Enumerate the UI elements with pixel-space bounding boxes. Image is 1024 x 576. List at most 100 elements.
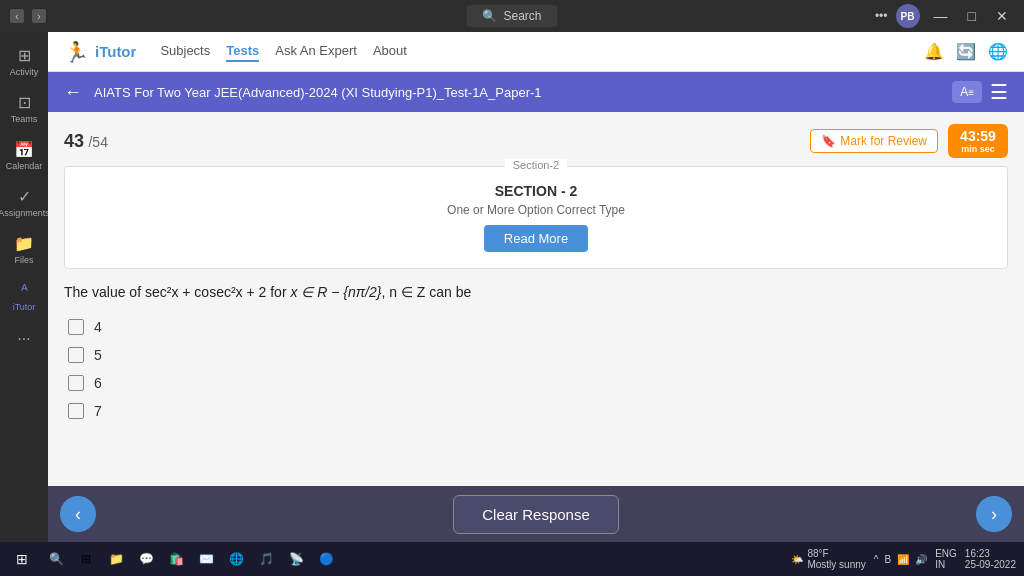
option-label-4: 4 bbox=[94, 319, 102, 335]
left-sidebar: ⊞ Activity ⊡ Teams 📅 Calendar ✓ Assignme… bbox=[0, 32, 48, 576]
taskbar-teams[interactable]: 📡 bbox=[284, 547, 308, 571]
sidebar-label-itutor: iTutor bbox=[13, 302, 36, 312]
question-text: The value of sec²x + cosec²x + 2 for x ∈… bbox=[64, 281, 1008, 303]
brand-name: iTutor bbox=[95, 43, 136, 60]
question-number: 43 /54 bbox=[64, 131, 108, 152]
forward-nav-button[interactable]: › bbox=[32, 9, 46, 23]
sidebar-label-calendar: Calendar bbox=[6, 161, 43, 171]
activity-icon: ⊞ bbox=[18, 46, 31, 65]
close-button[interactable]: ✕ bbox=[990, 6, 1014, 26]
taskbar-chrome[interactable]: 🔵 bbox=[314, 547, 338, 571]
font-size-button[interactable]: A≡ bbox=[952, 81, 982, 103]
apps-taskbar-icon: ⊞ bbox=[81, 552, 91, 566]
taskbar-chat[interactable]: 💬 bbox=[134, 547, 158, 571]
windows-logo-icon: ⊞ bbox=[16, 551, 28, 567]
option-checkbox-7[interactable] bbox=[68, 403, 84, 419]
sidebar-item-itutor[interactable]: ᴬ iTutor bbox=[0, 275, 48, 318]
option-row-5[interactable]: 5 bbox=[68, 347, 1008, 363]
read-more-button[interactable]: Read More bbox=[484, 225, 588, 252]
calendar-icon: 📅 bbox=[14, 140, 34, 159]
taskbar-edge[interactable]: 🌐 bbox=[224, 547, 248, 571]
timer-unit: min sec bbox=[958, 144, 998, 154]
header-right: A≡ ☰ bbox=[952, 80, 1008, 104]
itutor-icon: ᴬ bbox=[21, 281, 28, 300]
nav-ask-expert[interactable]: Ask An Expert bbox=[275, 41, 357, 62]
sidebar-more[interactable]: ... bbox=[17, 326, 30, 344]
folder-icon: 📁 bbox=[109, 552, 124, 566]
maximize-button[interactable]: □ bbox=[962, 6, 982, 26]
taskbar-mail[interactable]: ✉️ bbox=[194, 547, 218, 571]
taskbar-right: 🌤️ 88°F Mostly sunny ^ B 📶 🔊 ENG IN 16:2… bbox=[791, 548, 1016, 570]
weather-condition: Mostly sunny bbox=[807, 559, 865, 570]
option-row-4[interactable]: 4 bbox=[68, 319, 1008, 335]
taskbar-icons: 🔍 ⊞ 📁 💬 🛍️ ✉️ 🌐 🎵 📡 🔵 bbox=[44, 547, 338, 571]
chevron-icon[interactable]: ^ bbox=[874, 554, 879, 565]
search-taskbar-icon: 🔍 bbox=[49, 552, 64, 566]
search-bar[interactable]: 🔍 Search bbox=[466, 5, 557, 27]
sidebar-label-files: Files bbox=[14, 255, 33, 265]
language-info: ENG IN bbox=[935, 548, 957, 570]
avatar: PB bbox=[896, 4, 920, 28]
weather-icon: 🌤️ bbox=[791, 554, 803, 565]
option-checkbox-5[interactable] bbox=[68, 347, 84, 363]
refresh-icon[interactable]: 🔄 bbox=[956, 42, 976, 61]
weather-text: 88°F Mostly sunny bbox=[807, 548, 865, 570]
taskbar-search[interactable]: 🔍 bbox=[44, 547, 68, 571]
notification-icon[interactable]: 🔔 bbox=[924, 42, 944, 61]
search-text: Search bbox=[503, 9, 541, 23]
clear-response-button[interactable]: Clear Response bbox=[453, 495, 619, 534]
globe-icon[interactable]: 🌐 bbox=[988, 42, 1008, 61]
title-bar: ‹ › 🔍 Search ••• PB — □ ✕ bbox=[0, 0, 1024, 32]
option-label-6: 6 bbox=[94, 375, 102, 391]
taskbar-store[interactable]: 🛍️ bbox=[164, 547, 188, 571]
question-right: 🔖 Mark for Review 43:59 min sec bbox=[810, 124, 1008, 158]
mark-for-review-button[interactable]: 🔖 Mark for Review bbox=[810, 129, 938, 153]
time: 16:23 bbox=[965, 548, 1016, 559]
back-nav-button[interactable]: ‹ bbox=[10, 9, 24, 23]
bottom-bar: ‹ Clear Response › bbox=[48, 486, 1024, 542]
weather-temp: 88°F bbox=[807, 548, 865, 559]
taskbar-apps[interactable]: ⊞ bbox=[74, 547, 98, 571]
option-checkbox-6[interactable] bbox=[68, 375, 84, 391]
nav-tests[interactable]: Tests bbox=[226, 41, 259, 62]
taskbar: ⊞ 🔍 ⊞ 📁 💬 🛍️ ✉️ 🌐 🎵 📡 🔵 🌤️ 88°F Mostly s… bbox=[0, 542, 1024, 576]
font-size-icon: ≡ bbox=[968, 87, 974, 98]
sidebar-item-teams[interactable]: ⊡ Teams bbox=[0, 87, 48, 130]
language: ENG bbox=[935, 548, 957, 559]
option-row-7[interactable]: 7 bbox=[68, 403, 1008, 419]
brand: 🏃 iTutor bbox=[64, 40, 136, 64]
q-number: 43 bbox=[64, 131, 84, 151]
hamburger-menu-button[interactable]: ☰ bbox=[990, 80, 1008, 104]
minimize-button[interactable]: — bbox=[928, 6, 954, 26]
taskbar-spotify[interactable]: 🎵 bbox=[254, 547, 278, 571]
back-button[interactable]: ← bbox=[64, 82, 82, 103]
nav-right: 🔔 🔄 🌐 bbox=[924, 42, 1008, 61]
sidebar-item-files[interactable]: 📁 Files bbox=[0, 228, 48, 271]
sidebar-item-activity[interactable]: ⊞ Activity bbox=[0, 40, 48, 83]
next-question-button[interactable]: › bbox=[976, 496, 1012, 532]
mark-review-label: Mark for Review bbox=[840, 134, 927, 148]
sidebar-label-teams: Teams bbox=[11, 114, 38, 124]
datetime: 16:23 25-09-2022 bbox=[965, 548, 1016, 570]
nav-subjects[interactable]: Subjects bbox=[160, 41, 210, 62]
section-title: SECTION - 2 bbox=[81, 183, 991, 199]
teams-taskbar-icon: 📡 bbox=[289, 552, 304, 566]
top-nav: 🏃 iTutor Subjects Tests Ask An Expert Ab… bbox=[48, 32, 1024, 72]
sidebar-label-activity: Activity bbox=[10, 67, 39, 77]
sidebar-item-calendar[interactable]: 📅 Calendar bbox=[0, 134, 48, 177]
sidebar-item-assignments[interactable]: ✓ Assignments bbox=[0, 181, 48, 224]
timer-value: 43:59 bbox=[960, 128, 996, 144]
music-icon: 🎵 bbox=[259, 552, 274, 566]
option-checkbox-4[interactable] bbox=[68, 319, 84, 335]
nav-links: Subjects Tests Ask An Expert About bbox=[160, 41, 407, 62]
section-label: Section-2 bbox=[505, 159, 567, 171]
option-label-5: 5 bbox=[94, 347, 102, 363]
taskbar-start-button[interactable]: ⊞ bbox=[8, 549, 36, 569]
taskbar-file-explorer[interactable]: 📁 bbox=[104, 547, 128, 571]
files-icon: 📁 bbox=[14, 234, 34, 253]
page-title: AIATS For Two Year JEE(Advanced)-2024 (X… bbox=[94, 85, 940, 100]
prev-question-button[interactable]: ‹ bbox=[60, 496, 96, 532]
nav-about[interactable]: About bbox=[373, 41, 407, 62]
option-row-6[interactable]: 6 bbox=[68, 375, 1008, 391]
math-expression: x ∈ R − {nπ/2} bbox=[290, 284, 381, 300]
